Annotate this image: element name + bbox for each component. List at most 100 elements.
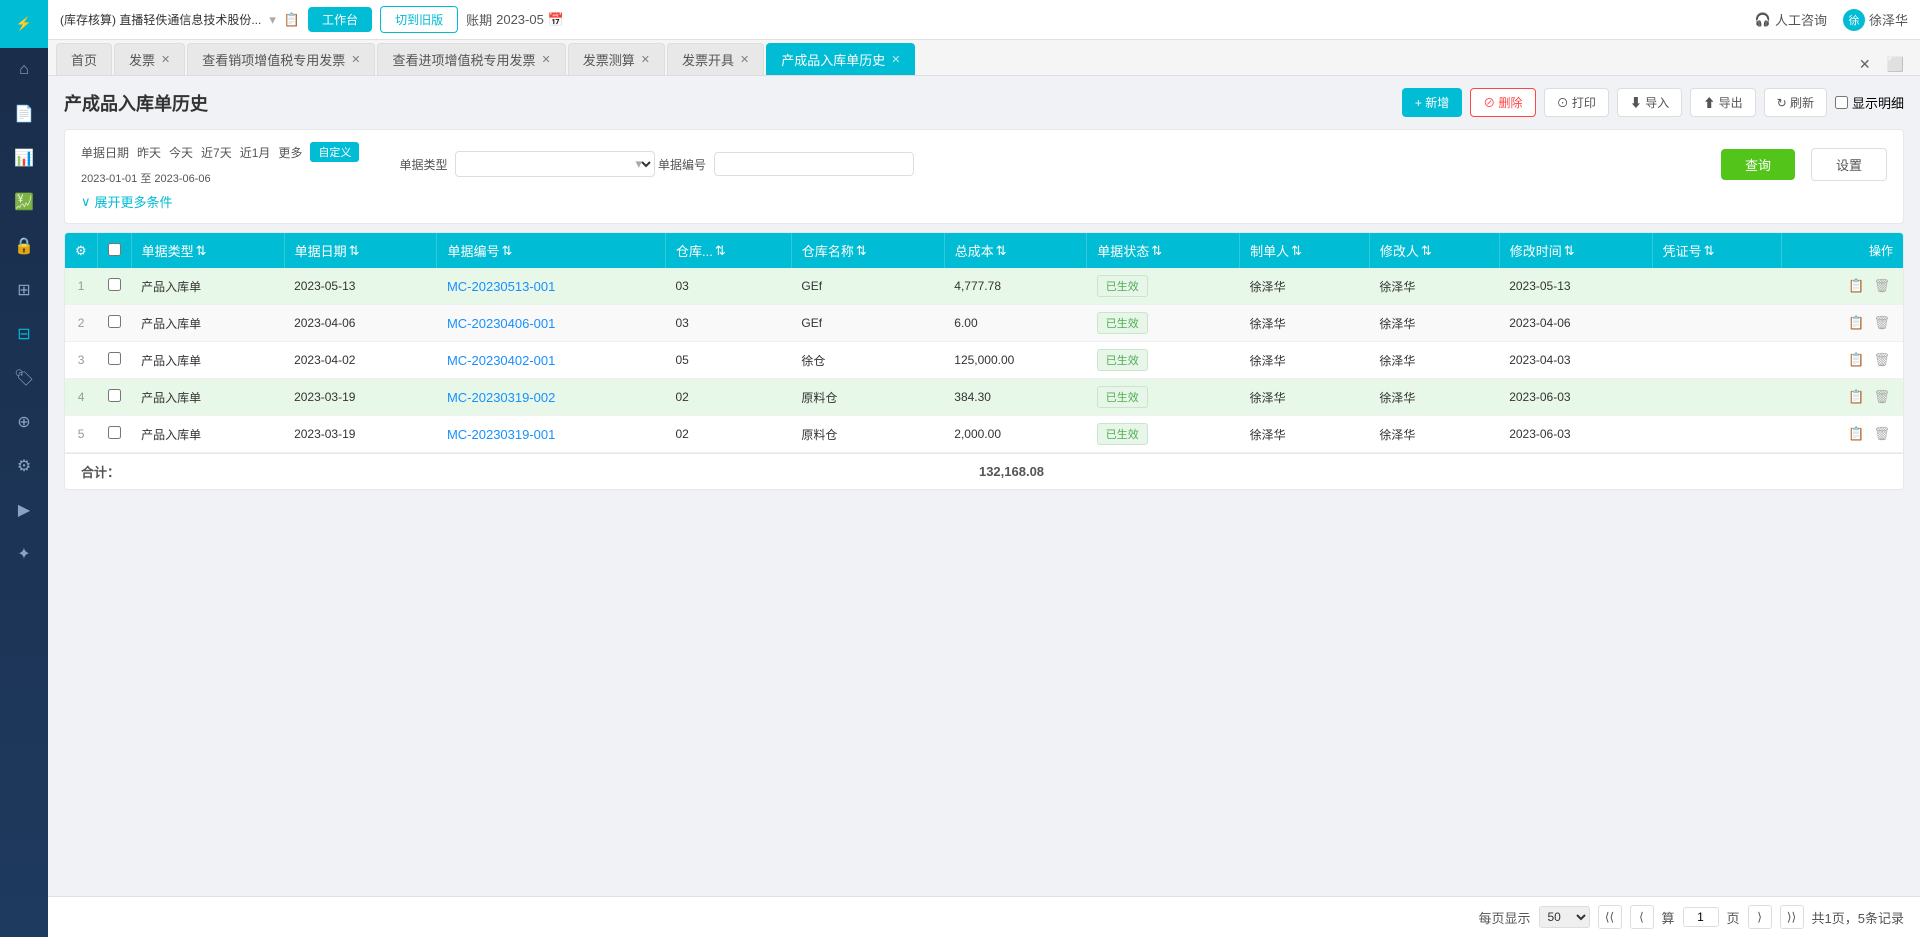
show-detail-check[interactable]: 显示明细 [1835, 93, 1904, 112]
row-warehouse-code-3: 02 [665, 379, 791, 416]
row-num-4: 5 [65, 416, 97, 453]
last-page-button[interactable]: ⟩⟩ [1780, 905, 1804, 929]
calendar-icon[interactable]: 📅 [548, 12, 564, 28]
row-number-1[interactable]: MC-20230406-001 [437, 305, 666, 342]
tab-label-calc: 发票测算 [583, 50, 635, 69]
close-tab-open[interactable]: ✕ [740, 53, 749, 66]
tab-home[interactable]: 首页 [56, 43, 112, 75]
row-checkbox-0[interactable] [97, 268, 131, 305]
number-filter-input[interactable] [714, 152, 914, 176]
th-operation: 操作 [1782, 233, 1903, 268]
export-button[interactable]: ⬆ 导出 [1690, 88, 1755, 117]
type-filter-select[interactable] [455, 151, 655, 177]
import-button[interactable]: ⬇ 导入 [1617, 88, 1682, 117]
settings-icon[interactable]: ⚙ [75, 243, 87, 258]
sidebar-icon-chart-bar[interactable]: 📊 [0, 136, 48, 180]
per-page-label: 每页显示 [1478, 908, 1530, 927]
sidebar-icon-finance[interactable]: 💹 [0, 180, 48, 224]
sidebar-icon-home[interactable]: ⌂ [0, 48, 48, 92]
delete-icon-1[interactable]: 🗑 [1873, 315, 1890, 330]
sidebar-icon-layers[interactable]: ⊟ [0, 312, 48, 356]
table-row: 4 产品入库单 2023-03-19 MC-20230319-002 02 原料… [65, 379, 1903, 416]
th-settings[interactable]: ⚙ [65, 233, 97, 268]
close-tab-purchase-vat[interactable]: ✕ [542, 53, 551, 66]
print-button[interactable]: ⊙ 打印 [1544, 88, 1609, 117]
page-number-input[interactable] [1683, 907, 1719, 927]
close-all-button[interactable]: ✕ [1855, 54, 1875, 75]
table-body: 1 产品入库单 2023-05-13 MC-20230513-001 03 GE… [65, 268, 1903, 453]
delete-icon-4[interactable]: 🗑 [1873, 426, 1890, 441]
tab-product-history[interactable]: 产成品入库单历史✕ [766, 43, 915, 75]
row-warehouse-code-2: 05 [665, 342, 791, 379]
total-label: 合计： [81, 462, 120, 481]
sidebar-icon-grid[interactable]: ⊞ [0, 268, 48, 312]
th-checkbox[interactable] [97, 233, 131, 268]
last7-link[interactable]: 近7天 [201, 144, 232, 161]
refresh-button[interactable]: ↻ 刷新 [1764, 88, 1827, 117]
total-value: 132,168.08 [979, 464, 1044, 479]
delete-icon-2[interactable]: 🗑 [1873, 352, 1890, 367]
prev-page-button[interactable]: ⟨ [1630, 905, 1654, 929]
app-logo[interactable]: ⚡ [0, 0, 48, 48]
row-checkbox-2[interactable] [97, 342, 131, 379]
tab-open[interactable]: 发票开具✕ [667, 43, 764, 75]
sidebar-icon-shield[interactable]: 🔒 [0, 224, 48, 268]
edit-icon-3[interactable]: 📋 [1848, 389, 1864, 404]
sidebar-icon-settings[interactable]: ⚙ [0, 444, 48, 488]
tab-sales-vat[interactable]: 查看销项增值税专用发票✕ [187, 43, 375, 75]
workbench-button[interactable]: 工作台 [308, 7, 372, 32]
row-num-2: 3 [65, 342, 97, 379]
row-number-3[interactable]: MC-20230319-002 [437, 379, 666, 416]
tab-invoice[interactable]: 发票✕ [114, 43, 185, 75]
close-tab-product-history[interactable]: ✕ [891, 53, 900, 66]
row-checkbox-4[interactable] [97, 416, 131, 453]
row-number-4[interactable]: MC-20230319-001 [437, 416, 666, 453]
today-link[interactable]: 今天 [169, 144, 193, 161]
close-tab-invoice[interactable]: ✕ [161, 53, 170, 66]
row-number-2[interactable]: MC-20230402-001 [437, 342, 666, 379]
th-warehouse-code: 仓库...⇅ [665, 233, 791, 268]
dropdown-icon[interactable]: ▾ [269, 12, 276, 28]
close-tab-sales-vat[interactable]: ✕ [351, 53, 360, 66]
edit-icon-4[interactable]: 📋 [1848, 426, 1864, 441]
row-creator-1: 徐泽华 [1240, 305, 1370, 342]
sidebar-icon-play[interactable]: ▶ [0, 488, 48, 532]
sidebar-icon-clock[interactable]: ⊕ [0, 400, 48, 444]
new-button[interactable]: + 新增 [1402, 88, 1462, 117]
next-page-button[interactable]: ⟩ [1748, 905, 1772, 929]
query-button[interactable]: 查询 [1721, 149, 1795, 180]
select-all-checkbox[interactable] [108, 243, 121, 256]
row-type-4: 产品入库单 [131, 416, 284, 453]
tab-calc[interactable]: 发票测算 ✕ [568, 43, 665, 75]
row-status-3: 已生效 [1087, 379, 1240, 416]
setting-button[interactable]: 设置 [1811, 148, 1887, 181]
close-tab-calc[interactable]: ✕ [641, 53, 650, 66]
last1m-link[interactable]: 近1月 [240, 144, 271, 161]
edit-icon-2[interactable]: 📋 [1848, 352, 1864, 367]
switch-button[interactable]: 切到旧版 [380, 6, 458, 33]
show-detail-checkbox[interactable] [1835, 96, 1848, 109]
row-number-0[interactable]: MC-20230513-001 [437, 268, 666, 305]
row-date-4: 2023-03-19 [284, 416, 437, 453]
tab-purchase-vat[interactable]: 查看进项增值税专用发票✕ [377, 43, 565, 75]
support-section[interactable]: 🎧 人工咨询 [1755, 10, 1827, 29]
expand-more-btn[interactable]: ∨ 展开更多条件 [81, 192, 1887, 211]
per-page-select[interactable]: 50 10 20 100 [1539, 906, 1590, 928]
sidebar-icon-star[interactable]: ✦ [0, 532, 48, 576]
edit-icon-1[interactable]: 📋 [1848, 315, 1864, 330]
delete-icon-0[interactable]: 🗑 [1873, 278, 1890, 293]
edit-icon-0[interactable]: 📋 [1848, 278, 1864, 293]
first-page-button[interactable]: ⟨⟨ [1598, 905, 1622, 929]
row-num-3: 4 [65, 379, 97, 416]
delete-button[interactable]: ⊘ 删除 [1470, 88, 1535, 117]
expand-button[interactable]: ⬜ [1883, 54, 1908, 75]
sidebar-icon-badge[interactable]: 🏷 [0, 356, 48, 400]
yesterday-link[interactable]: 昨天 [137, 144, 161, 161]
row-checkbox-1[interactable] [97, 305, 131, 342]
row-checkbox-3[interactable] [97, 379, 131, 416]
delete-icon-3[interactable]: 🗑 [1873, 389, 1890, 404]
user-section[interactable]: 徐 徐泽华 [1843, 9, 1908, 31]
more-link[interactable]: 更多 [278, 144, 302, 161]
custom-date-button[interactable]: 自定义 [310, 142, 359, 162]
sidebar-icon-document[interactable]: 📄 [0, 92, 48, 136]
